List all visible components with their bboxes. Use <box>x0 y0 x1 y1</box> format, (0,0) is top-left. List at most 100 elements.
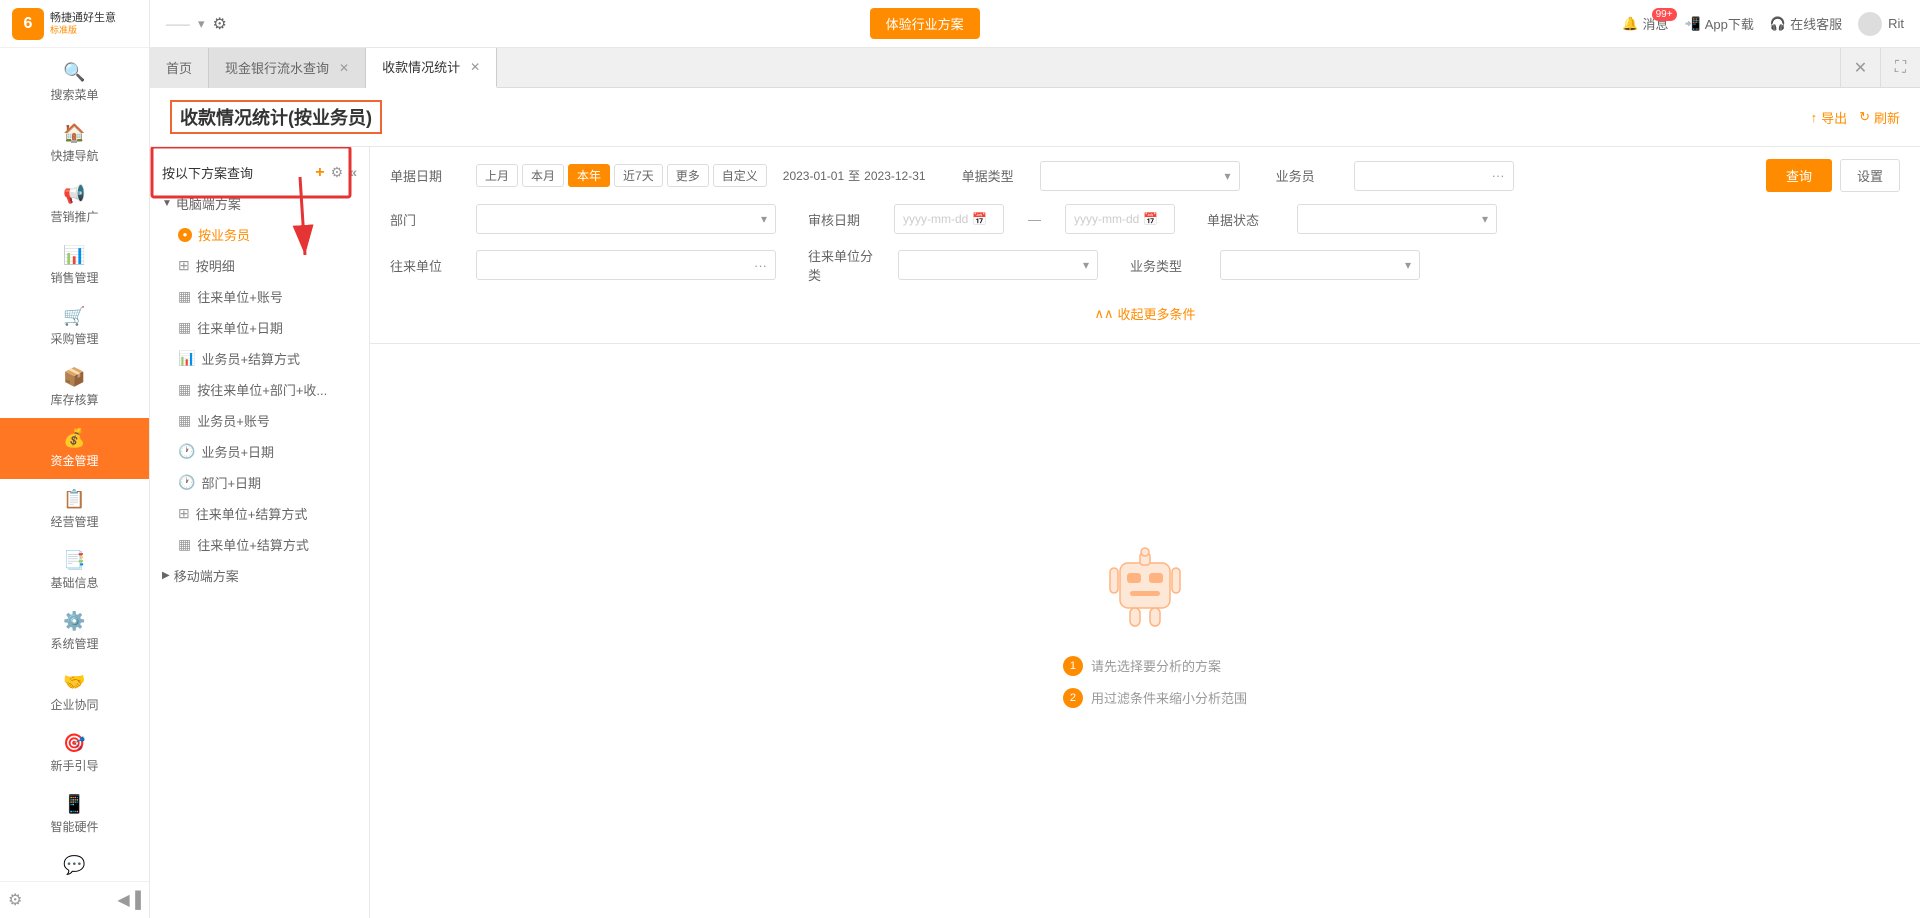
counterpart-dots[interactable]: ··· <box>754 258 767 273</box>
salesperson-label: 业务员 <box>1276 166 1346 185</box>
sidebar-item-guide[interactable]: 🎯 新手引导 <box>0 723 149 784</box>
topbar-left: —— ▾ ⚙ <box>166 14 227 34</box>
tab-home[interactable]: 首页 <box>150 48 209 88</box>
scheme-collapse-button[interactable]: « <box>349 164 357 182</box>
group-expand-icon: ▼ <box>162 198 172 209</box>
topbar-settings-icon[interactable]: ⚙ <box>213 14 227 34</box>
logo-text: 畅捷通好生意 标准版 <box>50 11 116 37</box>
document-type-select[interactable]: ▾ <box>1040 161 1240 191</box>
page-header-actions: ↑ 导出 ↻ 刷新 <box>1811 108 1900 127</box>
review-date-start[interactable]: yyyy-mm-dd 📅 <box>894 204 1004 234</box>
salesperson-dots[interactable]: ··· <box>1492 168 1505 183</box>
scheme-settings-button[interactable]: ⚙ <box>331 164 344 182</box>
sidebar-item-quicknav[interactable]: 🏠 快捷导航 <box>0 113 149 174</box>
topbar-dropdown-icon[interactable]: ▾ <box>198 16 205 32</box>
review-date-end[interactable]: yyyy-mm-dd 📅 <box>1065 204 1175 234</box>
online-service-link[interactable]: 🎧 在线客服 <box>1770 14 1842 33</box>
scheme-item-dept-date[interactable]: 🕐 部门+日期 <box>150 467 369 498</box>
sidebar-item-search[interactable]: 🔍 搜索菜单 <box>0 52 149 113</box>
scheme-item-unit-account[interactable]: ▦ 往来单位+账号 <box>150 281 369 312</box>
scheme-item-unit-settle1[interactable]: ⊞ 往来单位+结算方式 <box>150 498 369 529</box>
date-custom[interactable]: 自定义 <box>713 164 767 187</box>
left-panel-header: 按以下方案查询 + ⚙ « <box>150 157 369 188</box>
data-area: 1 请先选择要分析的方案 2 用过滤条件来缩小分析范围 <box>370 344 1920 918</box>
settings-button[interactable]: 设置 <box>1840 159 1900 192</box>
content-area: 收款情况统计(按业务员) ↑ 导出 ↻ 刷新 按以下方案查询 + <box>150 88 1920 918</box>
table-icon-5: ▦ <box>178 536 191 553</box>
notification-area[interactable]: 🔔 消息 99+ <box>1622 14 1668 33</box>
tab-end-actions: ✕ ⛶ <box>1840 48 1920 88</box>
maximize-window-button[interactable]: ⛶ <box>1880 48 1920 88</box>
sidebar-settings-button[interactable]: ⚙ <box>8 890 22 910</box>
purchase-icon: 🛒 <box>63 306 85 327</box>
scheme-item-unit-dept[interactable]: ▦ 按往来单位+部门+收... <box>150 374 369 405</box>
business-type-label: 业务类型 <box>1130 256 1200 275</box>
tip-number-2: 2 <box>1063 688 1083 708</box>
scheme-item-by-detail[interactable]: ⊞ 按明细 <box>150 250 369 281</box>
date-this-year[interactable]: 本年 <box>568 164 610 187</box>
counterpart-label: 往来单位 <box>390 256 460 275</box>
scheme-item-by-salesperson[interactable]: ● 按业务员 <box>150 219 369 250</box>
hardware-icon: 📱 <box>63 794 85 815</box>
close-window-button[interactable]: ✕ <box>1840 48 1880 88</box>
sidebar-item-marketing[interactable]: 📢 营销推广 <box>0 174 149 235</box>
salesperson-input[interactable]: ··· <box>1354 161 1514 191</box>
counterpart-category-select[interactable]: ▾ <box>898 250 1098 280</box>
date-more[interactable]: 更多 <box>667 164 709 187</box>
sidebar-collapse-button[interactable]: ◀▐ <box>117 890 141 910</box>
collapse-label: 收起更多条件 <box>1118 304 1196 323</box>
app-download-link[interactable]: 📲 App下载 <box>1685 14 1754 33</box>
sidebar-item-sales[interactable]: 📊 销售管理 <box>0 235 149 296</box>
sidebar-item-basic[interactable]: 📑 基础信息 <box>0 540 149 601</box>
business-type-select[interactable]: ▾ <box>1220 250 1420 280</box>
close-collection-stats-tab[interactable]: ✕ <box>470 60 480 74</box>
sidebar-item-corp[interactable]: 🤝 企业协同 <box>0 662 149 723</box>
collapse-icon: ∧∧ <box>1094 306 1113 322</box>
tab-collection-stats[interactable]: 收款情况统计 ✕ <box>366 48 497 88</box>
doc-status-dropdown-icon: ▾ <box>1482 212 1488 226</box>
clock-icon-1: 🕐 <box>178 443 195 460</box>
filter-row-2: 部门 ▾ 审核日期 yyyy-mm-dd 📅 — yyyy-mm-dd <box>390 204 1900 234</box>
tab-bank-flow[interactable]: 现金银行流水查询 ✕ <box>209 48 366 88</box>
dept-select[interactable]: ▾ <box>476 204 776 234</box>
date-this-month[interactable]: 本月 <box>522 164 564 187</box>
date-last-7-days[interactable]: 近7天 <box>614 164 663 187</box>
document-type-label: 单据类型 <box>962 166 1032 185</box>
basic-icon: 📑 <box>63 550 85 571</box>
trial-button[interactable]: 体验行业方案 <box>870 8 980 39</box>
scheme-item-salesperson-settle[interactable]: 📊 业务员+结算方式 <box>150 343 369 374</box>
search-icon: 🔍 <box>63 62 85 83</box>
date-last-month[interactable]: 上月 <box>476 164 518 187</box>
sidebar-item-finance[interactable]: 💰 资金管理 <box>0 418 149 479</box>
collapse-bar[interactable]: ∧∧ 收起更多条件 <box>390 296 1900 331</box>
query-button[interactable]: 查询 <box>1766 159 1832 192</box>
desktop-scheme-group-title[interactable]: ▼ 电脑端方案 <box>150 188 369 219</box>
sidebar-item-system[interactable]: ⚙️ 系统管理 <box>0 601 149 662</box>
add-scheme-button[interactable]: + <box>315 164 324 182</box>
guide-icon: 🎯 <box>63 733 85 754</box>
counterpart-input[interactable]: ··· <box>476 250 776 280</box>
page-header: 收款情况统计(按业务员) ↑ 导出 ↻ 刷新 <box>150 88 1920 147</box>
sidebar-item-purchase[interactable]: 🛒 采购管理 <box>0 296 149 357</box>
scheme-item-salesperson-date[interactable]: 🕐 业务员+日期 <box>150 436 369 467</box>
logo-area: 6 畅捷通好生意 标准版 <box>0 0 149 48</box>
export-button[interactable]: ↑ 导出 <box>1811 108 1848 127</box>
sidebar-item-operations[interactable]: 📋 经营管理 <box>0 479 149 540</box>
refresh-button[interactable]: ↻ 刷新 <box>1859 108 1900 127</box>
sidebar-item-wechat[interactable]: 💬 企业微信 <box>0 845 149 881</box>
grid-icon-2: ⊞ <box>178 505 190 522</box>
scheme-item-unit-settle2[interactable]: ▦ 往来单位+结算方式 <box>150 529 369 560</box>
sidebar-item-inventory[interactable]: 📦 库存核算 <box>0 357 149 418</box>
filter-row-1: 单据日期 上月 本月 本年 近7天 更多 自定义 2023-01-01 至 <box>390 159 1900 192</box>
wechat-icon: 💬 <box>63 855 85 876</box>
tabbar: 首页 现金银行流水查询 ✕ 收款情况统计 ✕ ✕ ⛶ <box>150 48 1920 88</box>
scheme-item-salesperson-account[interactable]: ▦ 业务员+账号 <box>150 405 369 436</box>
doc-status-select[interactable]: ▾ <box>1297 204 1497 234</box>
user-area[interactable]: Rit <box>1858 12 1904 36</box>
service-icon: 🎧 <box>1770 16 1786 32</box>
refresh-icon: ↻ <box>1859 109 1870 125</box>
sidebar-item-hardware[interactable]: 📱 智能硬件 <box>0 784 149 845</box>
mobile-scheme-group-title[interactable]: ▶ 移动端方案 <box>150 560 369 591</box>
close-bank-flow-tab[interactable]: ✕ <box>339 61 349 75</box>
scheme-item-unit-date[interactable]: ▦ 往来单位+日期 <box>150 312 369 343</box>
